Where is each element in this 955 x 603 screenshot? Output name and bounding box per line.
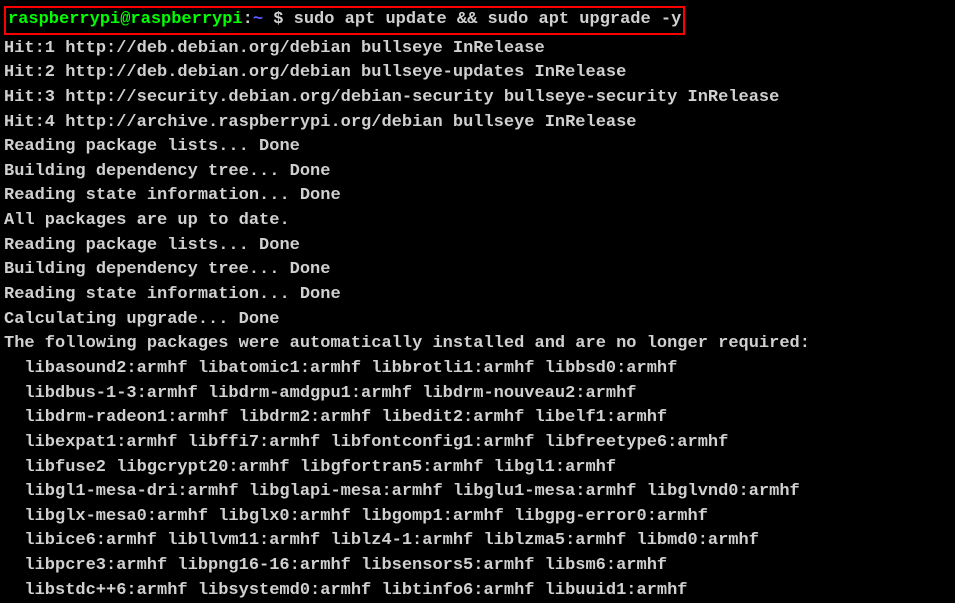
output-line: Reading package lists... Done (4, 135, 951, 160)
output-line: All packages are up to date. (4, 209, 951, 234)
package-line: libdrm-radeon1:armhf libdrm2:armhf libed… (4, 406, 951, 431)
command-text: sudo apt update && sudo apt upgrade -y (294, 10, 682, 29)
package-line: libexpat1:armhf libffi7:armhf libfontcon… (4, 431, 951, 456)
output-line: The following packages were automaticall… (4, 332, 951, 357)
output-line: Hit:1 http://deb.debian.org/debian bulls… (4, 37, 951, 62)
package-line: libglx-mesa0:armhf libglx0:armhf libgomp… (4, 505, 951, 530)
output-line: Reading state information... Done (4, 283, 951, 308)
output-line: Hit:3 http://security.debian.org/debian-… (4, 86, 951, 111)
output-line: Reading state information... Done (4, 184, 951, 209)
output-line: Calculating upgrade... Done (4, 308, 951, 333)
package-line: libice6:armhf libllvm11:armhf liblz4-1:a… (4, 529, 951, 554)
command-prompt-line[interactable]: raspberrypi@raspberrypi:~ $ sudo apt upd… (4, 6, 685, 35)
output-line: Hit:4 http://archive.raspberrypi.org/deb… (4, 111, 951, 136)
package-line: libgl1-mesa-dri:armhf libglapi-mesa:armh… (4, 480, 951, 505)
package-line: libpcre3:armhf libpng16-16:armhf libsens… (4, 554, 951, 579)
output-line: Reading package lists... Done (4, 234, 951, 259)
output-line: Building dependency tree... Done (4, 258, 951, 283)
package-line: libasound2:armhf libatomic1:armhf libbro… (4, 357, 951, 382)
prompt-dollar: $ (263, 10, 294, 29)
package-line: libdbus-1-3:armhf libdrm-amdgpu1:armhf l… (4, 382, 951, 407)
package-line: libstdc++6:armhf libsystemd0:armhf libti… (4, 579, 951, 603)
package-line: libfuse2 libgcrypt20:armhf libgfortran5:… (4, 456, 951, 481)
prompt-colon: : (243, 10, 253, 29)
prompt-path: ~ (253, 10, 263, 29)
prompt-user-host: raspberrypi@raspberrypi (8, 10, 243, 29)
output-line: Building dependency tree... Done (4, 160, 951, 185)
output-line: Hit:2 http://deb.debian.org/debian bulls… (4, 61, 951, 86)
